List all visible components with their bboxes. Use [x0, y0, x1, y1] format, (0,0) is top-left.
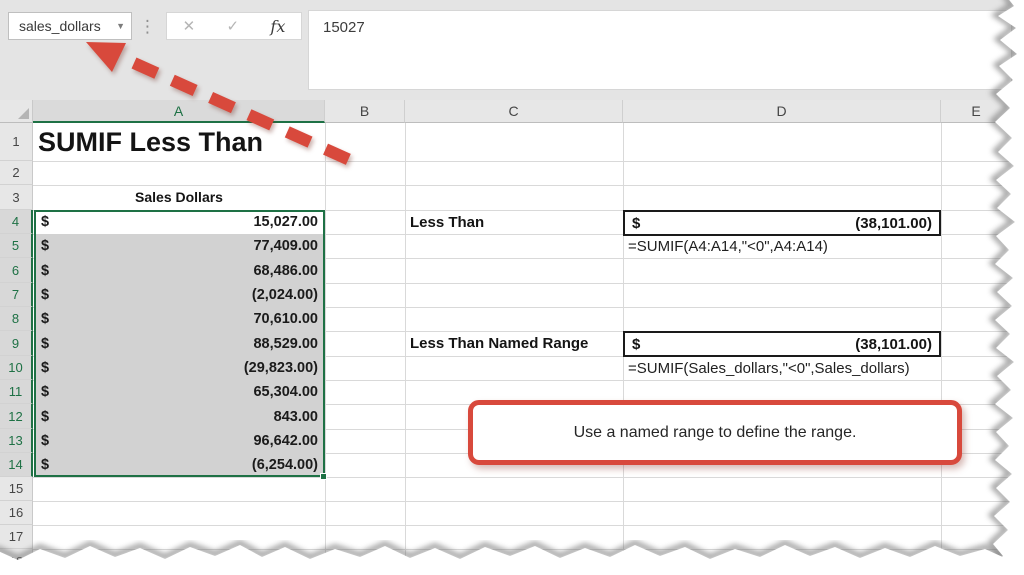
row-header-4[interactable]: 4 [0, 210, 33, 234]
gridline [941, 123, 942, 575]
row-header-10[interactable]: 10 [0, 356, 33, 380]
sales-value: 65,304.00 [253, 384, 318, 400]
row-header-14[interactable]: 14 [0, 453, 33, 477]
cell-A7[interactable]: $ (2,024.00) [34, 283, 325, 307]
column-header-D[interactable]: D [623, 100, 941, 123]
gridline [33, 161, 1012, 162]
sales-value: 88,529.00 [253, 335, 318, 352]
name-box-value[interactable]: sales_dollars [19, 18, 112, 34]
cell-A14[interactable]: $ (6,254.00) [34, 453, 325, 477]
cell-C9-label[interactable]: Less Than Named Range [410, 331, 588, 355]
select-all-button[interactable] [0, 100, 33, 123]
row-header-11[interactable]: 11 [0, 380, 33, 404]
currency-symbol: $ [41, 360, 50, 376]
row-header-16[interactable]: 16 [0, 501, 33, 525]
cell-D4-result[interactable]: $ (38,101.00) [623, 210, 941, 236]
name-box-dropdown-icon[interactable]: ▼ [112, 21, 125, 31]
row-header-3[interactable]: 3 [0, 185, 33, 210]
drag-handle-icon: ⋮ [139, 17, 156, 36]
currency-symbol: $ [632, 214, 641, 232]
name-box[interactable]: sales_dollars ▼ [8, 12, 132, 40]
excel-screenshot: sales_dollars ▼ ⋮ ✕ ✓ fx 15027 ABCDE 123… [0, 0, 1024, 575]
formula-bar-input[interactable]: 15027 [308, 10, 1012, 90]
row-header-2[interactable]: 2 [0, 161, 33, 185]
row-header-8[interactable]: 8 [0, 307, 33, 331]
cell-A11[interactable]: $65,304.00 [34, 380, 325, 404]
gridline [33, 477, 1012, 478]
sales-value: 15,027.00 [253, 214, 318, 230]
currency-symbol: $ [41, 384, 50, 400]
row-header-6[interactable]: 6 [0, 258, 33, 283]
currency-symbol: $ [41, 433, 50, 449]
row-header-13[interactable]: 13 [0, 429, 33, 453]
cell-A6[interactable]: $68,486.00 [34, 258, 325, 283]
cell-D9-result[interactable]: $ (38,101.00) [623, 331, 941, 357]
cell-A1-title[interactable]: SUMIF Less Than [38, 123, 263, 161]
sales-value: 68,486.00 [253, 262, 318, 279]
cell-A9[interactable]: $88,529.00 [34, 331, 325, 356]
row-header-17[interactable]: 17 [0, 525, 33, 549]
currency-symbol: $ [41, 287, 50, 303]
gridline [33, 525, 1012, 526]
select-all-icon [18, 108, 29, 119]
callout-box: Use a named range to define the range. [468, 400, 962, 465]
cell-A13[interactable]: $96,642.00 [34, 429, 325, 453]
cell-A12[interactable]: $843.00 [34, 404, 325, 429]
cell-A3-sales-header[interactable]: Sales Dollars [33, 185, 325, 210]
result-value: (38,101.00) [855, 214, 932, 232]
cell-A10[interactable]: $ (29,823.00) [34, 356, 325, 380]
insert-function-icon[interactable]: fx [270, 17, 285, 36]
row-header-18[interactable]: 18 [0, 549, 33, 575]
formula-toolbar: ✕ ✓ fx [166, 12, 302, 40]
gridline [33, 501, 1012, 502]
sales-value: (6,254.00) [251, 457, 318, 473]
gridline [33, 549, 1012, 550]
cancel-icon[interactable]: ✕ [183, 17, 196, 35]
currency-symbol: $ [41, 214, 50, 230]
currency-symbol: $ [41, 262, 50, 279]
column-header-A[interactable]: A [33, 100, 325, 123]
cell-A4[interactable]: $15,027.00 [34, 210, 325, 234]
currency-symbol: $ [41, 238, 50, 254]
sales-value: 70,610.00 [253, 311, 318, 327]
row-header-7[interactable]: 7 [0, 283, 33, 307]
row-header-9[interactable]: 9 [0, 331, 33, 356]
cell-D10-formula[interactable]: =SUMIF(Sales_dollars,"<0",Sales_dollars) [628, 356, 910, 380]
row-header-15[interactable]: 15 [0, 477, 33, 501]
result-value: (38,101.00) [855, 335, 932, 353]
column-header-C[interactable]: C [405, 100, 623, 123]
sales-value: 843.00 [273, 408, 318, 425]
sales-value: 96,642.00 [253, 433, 318, 449]
currency-symbol: $ [41, 335, 50, 352]
cell-A5[interactable]: $77,409.00 [34, 234, 325, 258]
callout-text: Use a named range to define the range. [573, 423, 857, 441]
gridline [325, 123, 326, 575]
row-header-1[interactable]: 1 [0, 123, 33, 161]
sales-value: (2,024.00) [251, 287, 318, 303]
cell-C4-label[interactable]: Less Than [410, 210, 484, 234]
row-header-12[interactable]: 12 [0, 404, 33, 429]
currency-symbol: $ [41, 311, 50, 327]
row-header-5[interactable]: 5 [0, 234, 33, 258]
column-header-E[interactable]: E [941, 100, 1012, 123]
gridline [405, 123, 406, 575]
currency-symbol: $ [632, 335, 641, 353]
sales-value: (29,823.00) [243, 360, 318, 376]
enter-icon[interactable]: ✓ [227, 17, 240, 35]
currency-symbol: $ [41, 408, 50, 425]
sales-value: 77,409.00 [253, 238, 318, 254]
currency-symbol: $ [41, 457, 50, 473]
cell-A8[interactable]: $70,610.00 [34, 307, 325, 331]
column-header-B[interactable]: B [325, 100, 405, 123]
fill-handle[interactable] [320, 473, 327, 480]
cell-D5-formula[interactable]: =SUMIF(A4:A14,"<0",A4:A14) [628, 234, 828, 258]
